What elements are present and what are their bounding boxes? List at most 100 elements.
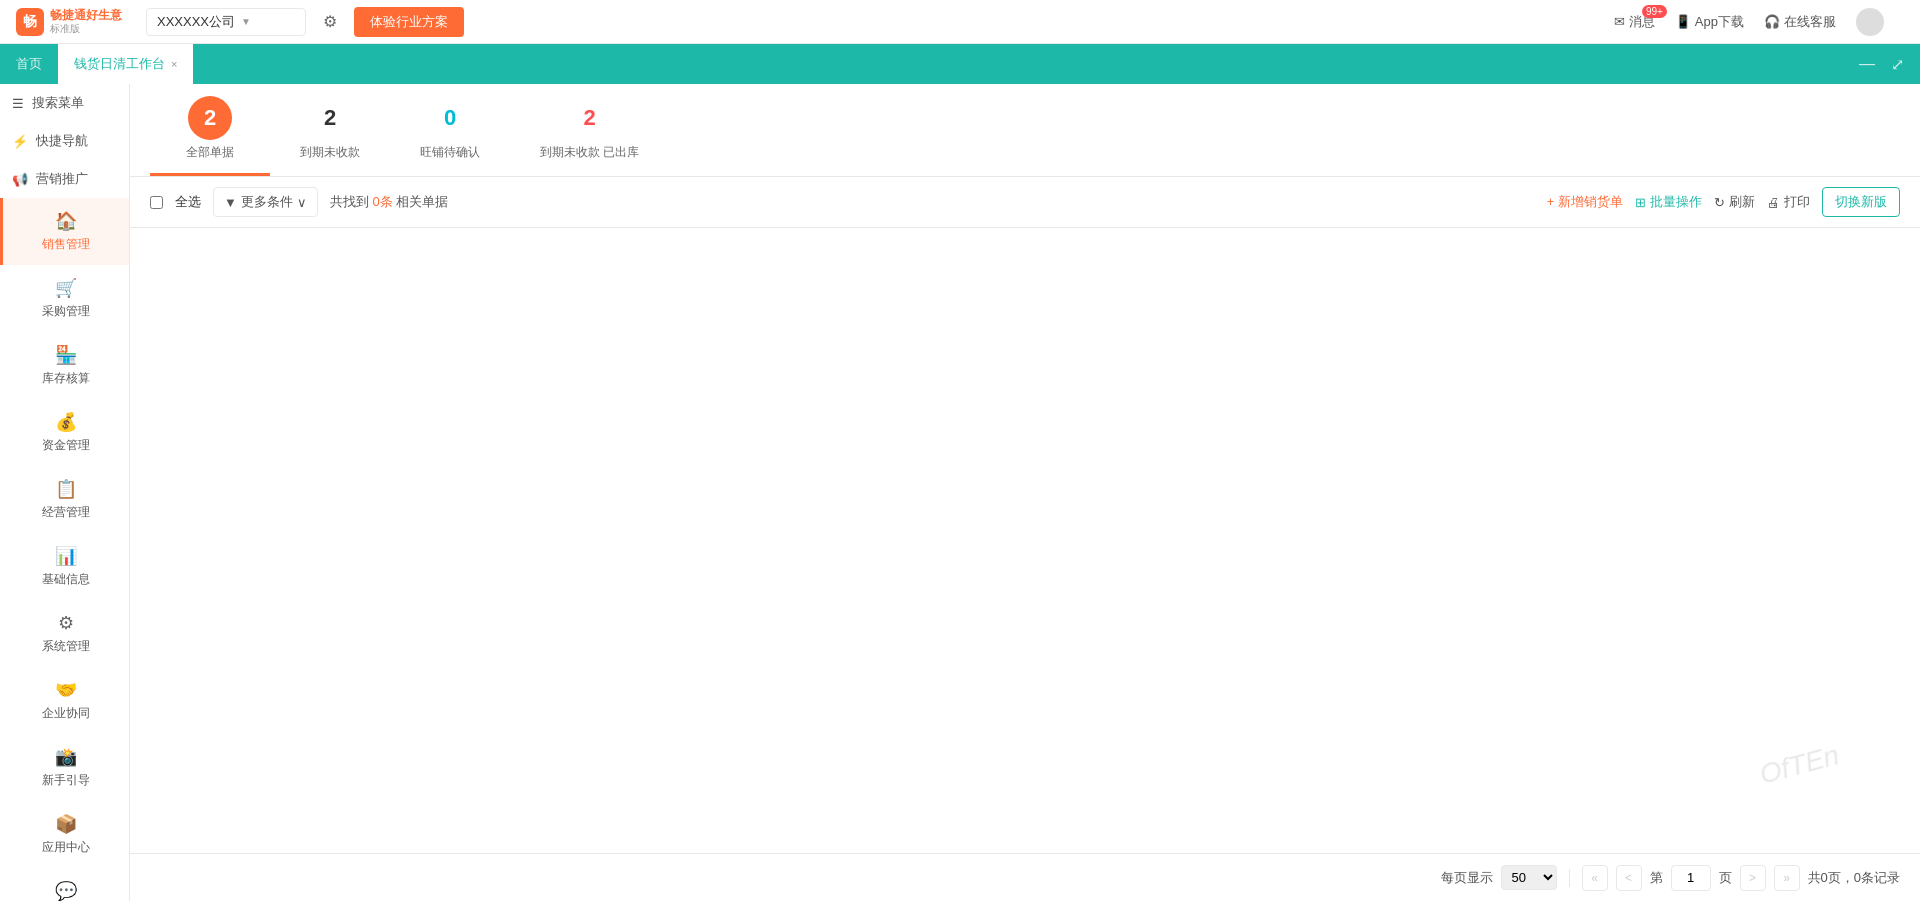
logo-text: 畅捷通好生意 标准版: [50, 8, 122, 34]
sidebar-item-app-center[interactable]: 📦 应用中心: [0, 801, 129, 868]
tab-bar: 首页 钱货日清工作台 × — ⤢: [0, 44, 1920, 84]
enterprise-icon: 🤝: [55, 679, 77, 701]
sidebar-item-sales[interactable]: 🏠 销售管理: [0, 198, 129, 265]
finance-label: 资金管理: [42, 437, 90, 454]
download-icon: 📱: [1675, 14, 1691, 29]
last-page-btn[interactable]: »: [1774, 865, 1800, 891]
stat-overdue-number: 2: [308, 96, 352, 140]
search-menu-item[interactable]: ☰ 搜索菜单: [0, 84, 129, 122]
company-selector[interactable]: XXXXXX公司 ▼: [146, 8, 306, 36]
sidebar-item-system[interactable]: ⚙ 系统管理: [0, 600, 129, 667]
switch-btn[interactable]: 切换新版: [1822, 187, 1900, 217]
toolbar: 全选 ▼ 更多条件 ∨ 共找到 0条 相关单据 + 新增销货单 ⊞ 批量操作: [130, 177, 1920, 228]
enterprise-label: 企业协同: [42, 705, 90, 722]
filter-label: 更多条件: [241, 193, 293, 211]
filter-icon: ▼: [224, 195, 237, 210]
batch-icon: ⊞: [1635, 195, 1646, 210]
main-layout: ☰ 搜索菜单 ⚡ 快捷导航 📢 营销推广 🏠 销售管理 🛒 采购管理 🏪 库存核…: [0, 84, 1920, 901]
quick-nav-icon: ⚡: [12, 134, 28, 149]
operations-label: 经营管理: [42, 504, 90, 521]
stat-tab-overdue[interactable]: 2 到期未收款: [270, 84, 390, 176]
print-label: 打印: [1784, 193, 1810, 211]
stat-tab-all[interactable]: 2 全部单据: [150, 84, 270, 176]
stat-tab-shipped[interactable]: 2 到期未收款 已出库: [510, 84, 669, 176]
tab-home[interactable]: 首页: [0, 44, 58, 84]
chevron-down-icon: ▼: [241, 16, 251, 27]
sidebar-item-enterprise[interactable]: 🤝 企业协同: [0, 667, 129, 734]
stat-tab-wangpu[interactable]: 0 旺铺待确认: [390, 84, 510, 176]
page-size-select[interactable]: 50 20 100: [1501, 865, 1557, 890]
page-unit: 页: [1719, 869, 1732, 887]
avatar[interactable]: [1856, 8, 1884, 36]
page-text: 第: [1650, 869, 1663, 887]
newbie-icon: 📸: [55, 746, 77, 768]
toolbar-right: + 新增销货单 ⊞ 批量操作 ↻ 刷新 🖨 打印 切换新版: [1547, 187, 1900, 217]
basics-icon: 📊: [55, 545, 77, 567]
result-prefix: 共找到: [330, 194, 369, 209]
refresh-btn[interactable]: ↻ 刷新: [1714, 193, 1755, 211]
app-center-label: 应用中心: [42, 839, 90, 856]
app-download-btn[interactable]: 📱 App下载: [1675, 13, 1744, 31]
print-icon: 🖨: [1767, 195, 1780, 210]
stat-all-label: 全部单据: [186, 144, 234, 161]
sidebar-item-wechat[interactable]: 💬 企业微信: [0, 868, 129, 901]
new-sale-btn[interactable]: + 新增销货单: [1547, 193, 1623, 211]
sidebar-item-newbie[interactable]: 📸 新手引导: [0, 734, 129, 801]
tab-close-icon[interactable]: ×: [171, 58, 177, 70]
minimize-btn[interactable]: —: [1855, 51, 1879, 77]
logo-icon: 畅: [16, 8, 44, 36]
marketing-label: 营销推广: [36, 170, 88, 188]
inventory-label: 库存核算: [42, 370, 90, 387]
logo-main-text: 畅捷通好生意: [50, 8, 122, 22]
sidebar-item-finance[interactable]: 💰 资金管理: [0, 399, 129, 466]
search-icon: ☰: [12, 96, 24, 111]
stat-shipped-number: 2: [568, 96, 612, 140]
tab-workbench-label: 钱货日清工作台: [74, 55, 165, 73]
stat-overdue-label: 到期未收款: [300, 144, 360, 161]
content-area: 2 全部单据 2 到期未收款 0 旺铺待确认 2 到期未收款 已出库 全选 ▼ …: [130, 84, 1920, 901]
stat-wangpu-number: 0: [428, 96, 472, 140]
settings-icon[interactable]: ⚙: [316, 8, 344, 36]
sidebar-item-basics[interactable]: 📊 基础信息: [0, 533, 129, 600]
prev-page-btn[interactable]: <: [1616, 865, 1642, 891]
top-header: 畅 畅捷通好生意 标准版 XXXXXX公司 ▼ ⚙ 体验行业方案 ✉ 消息 99…: [0, 0, 1920, 44]
result-count: 0条: [373, 194, 393, 209]
experience-btn[interactable]: 体验行业方案: [354, 7, 464, 37]
wechat-icon: 💬: [55, 880, 77, 901]
batch-op-btn[interactable]: ⊞ 批量操作: [1635, 193, 1702, 211]
message-btn[interactable]: ✉ 消息 99+: [1614, 13, 1655, 31]
marketing-icon: 📢: [12, 172, 28, 187]
online-service-btn[interactable]: 🎧 在线客服: [1764, 13, 1836, 31]
message-badge: 99+: [1642, 5, 1667, 18]
new-sale-label: + 新增销货单: [1547, 193, 1623, 211]
purchase-label: 采购管理: [42, 303, 90, 320]
marketing-item[interactable]: 📢 营销推广: [0, 160, 129, 198]
sales-label: 销售管理: [42, 236, 90, 253]
quick-nav-item[interactable]: ⚡ 快捷导航: [0, 122, 129, 160]
sidebar-item-inventory[interactable]: 🏪 库存核算: [0, 332, 129, 399]
sidebar-item-operations[interactable]: 📋 经营管理: [0, 466, 129, 533]
logo-sub-text: 标准版: [50, 23, 122, 35]
page-size-label: 每页显示: [1441, 869, 1493, 887]
next-page-btn[interactable]: >: [1740, 865, 1766, 891]
service-icon: 🎧: [1764, 14, 1780, 29]
tab-home-label: 首页: [16, 55, 42, 73]
filter-btn[interactable]: ▼ 更多条件 ∨: [213, 187, 318, 217]
system-icon: ⚙: [58, 612, 74, 634]
operations-icon: 📋: [55, 478, 77, 500]
sidebar-item-purchase[interactable]: 🛒 采购管理: [0, 265, 129, 332]
page-input[interactable]: [1671, 865, 1711, 891]
company-name: XXXXXX公司: [157, 13, 235, 31]
system-label: 系统管理: [42, 638, 90, 655]
logo-area: 畅 畅捷通好生意 标准版: [16, 8, 146, 36]
select-all-checkbox[interactable]: [150, 196, 163, 209]
tab-workbench[interactable]: 钱货日清工作台 ×: [58, 44, 193, 84]
refresh-label: 刷新: [1729, 193, 1755, 211]
result-suffix: 相关单据: [396, 194, 448, 209]
first-page-btn[interactable]: «: [1582, 865, 1608, 891]
maximize-btn[interactable]: ⤢: [1887, 51, 1908, 78]
search-menu-label: 搜索菜单: [32, 94, 84, 112]
print-btn[interactable]: 🖨 打印: [1767, 193, 1810, 211]
tab-actions: — ⤢: [1855, 51, 1920, 78]
table-area: [130, 228, 1920, 853]
